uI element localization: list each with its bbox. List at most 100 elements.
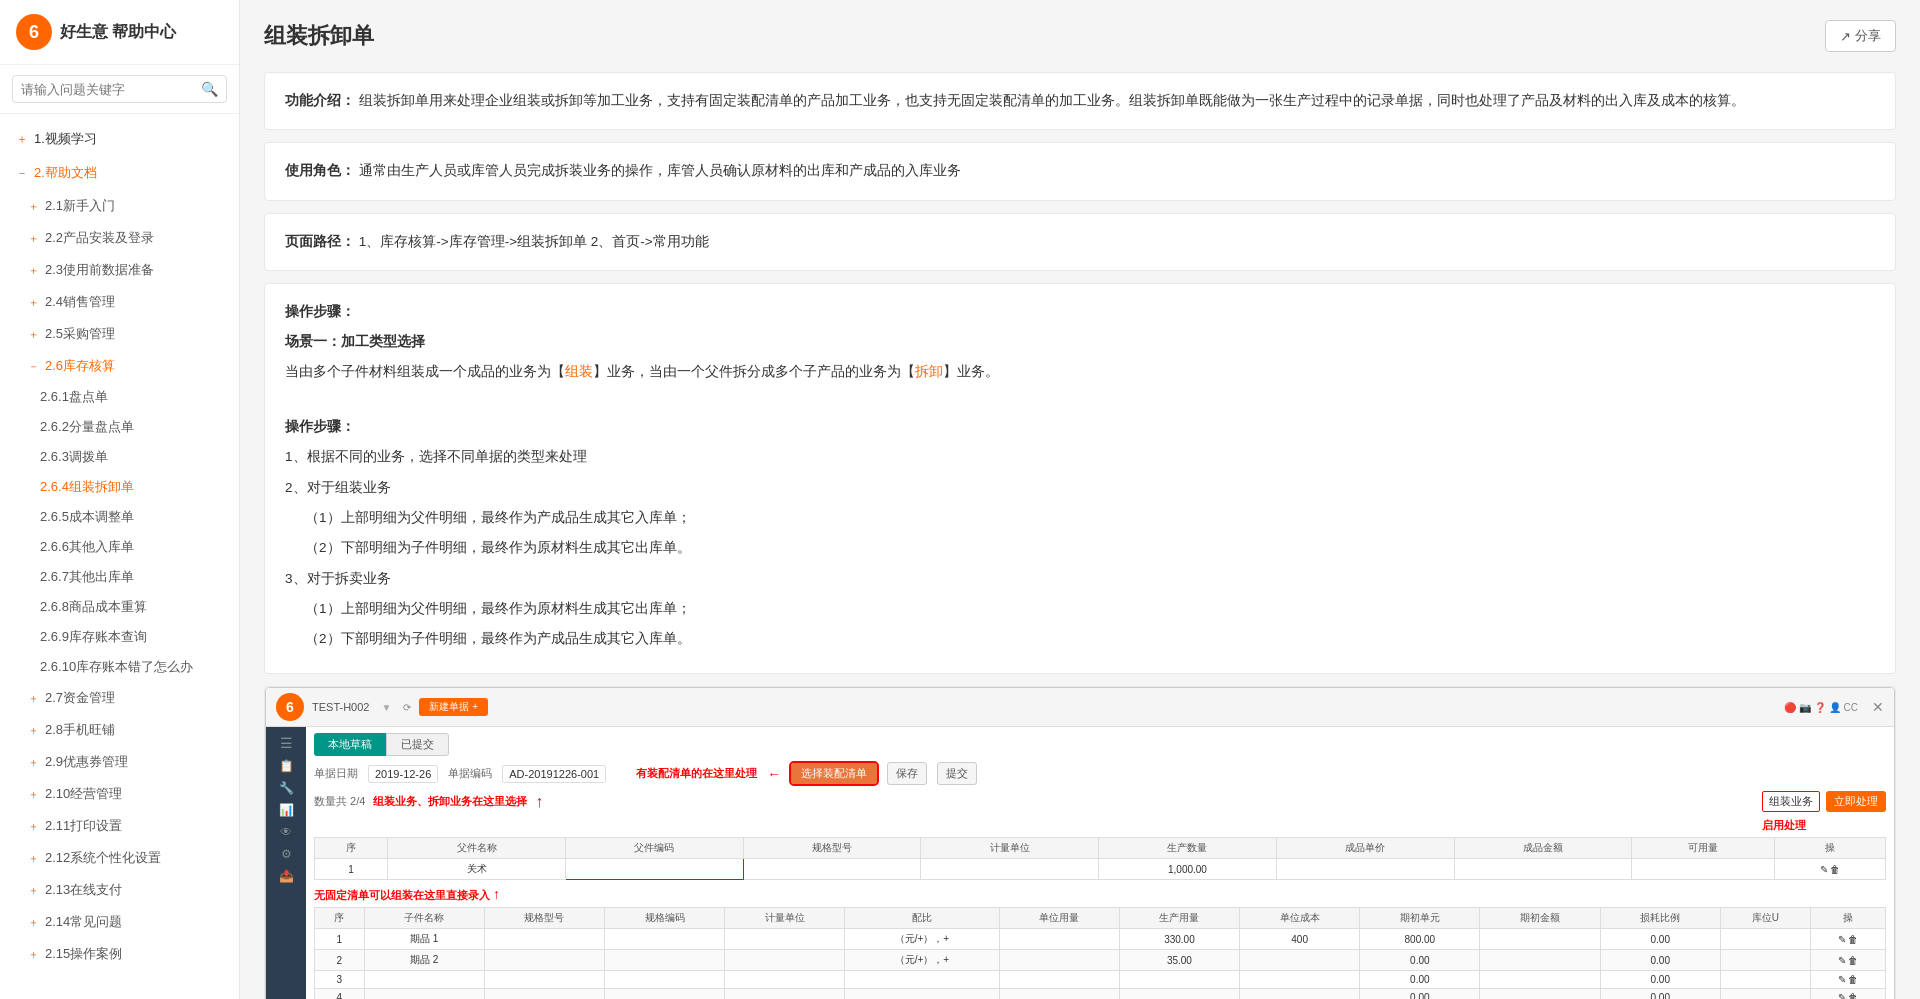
sidebar-item-help-doc[interactable]: － 2.帮助文档 — [0, 156, 239, 190]
sidebar-item-2-6-9[interactable]: 2.6.9库存账本查询 — [0, 622, 239, 652]
ss-col-parent-name: 父件名称 — [388, 838, 566, 859]
sidebar-item-2-6-2[interactable]: 2.6.2分量盘点单 — [0, 412, 239, 442]
sidebar-item-2-14[interactable]: ＋ 2.14常见问题 — [0, 906, 239, 938]
sidebar-item-2-8[interactable]: ＋ 2.8手机旺铺 — [0, 714, 239, 746]
step3-sub2: （2）下部明细为子件明细，最终作为产成品生成其它入库单。 — [305, 627, 1875, 651]
ss-type-row: 数量共 2/4 组装业务、拆卸业务在这里选择 ↑ 组装业务 立即处理 — [314, 791, 1886, 812]
ss-dropdown-icon: ▼ — [381, 702, 391, 713]
ss-topnav-right: 🔴 📷 ❓ 👤 CC ✕ — [1784, 699, 1884, 715]
sidebar-item-2-11[interactable]: ＋ 2.11打印设置 — [0, 810, 239, 842]
plus-icon-2-15: ＋ — [28, 947, 39, 962]
sidebar-item-2-6-1[interactable]: 2.6.1盘点单 — [0, 382, 239, 412]
ss-lcol-code: 规格编码 — [604, 908, 724, 929]
ss-col-unit-price: 成品单价 — [1276, 838, 1454, 859]
path-card: 页面路径： 1、库存核算->库存管理->组装拆卸单 2、首页->常用功能 — [264, 213, 1896, 271]
sidebar-item-2-9[interactable]: ＋ 2.9优惠券管理 — [0, 746, 239, 778]
share-button[interactable]: ↗ 分享 — [1825, 20, 1896, 52]
ss-close-icon[interactable]: ✕ — [1872, 699, 1884, 715]
role-text: 通常由生产人员或库管人员完成拆装业务的操作，库管人员确认原材料的出库和产成品的入… — [359, 163, 961, 178]
ss-tab-submitted[interactable]: 已提交 — [386, 733, 449, 756]
plus-icon-2-14: ＋ — [28, 915, 39, 930]
ss-sidebar-menu: ☰ 📋 🔧 📊 👁 ⚙ 📤 — [266, 727, 306, 999]
ss-lcol-unit-usage: 单位用量 — [999, 908, 1119, 929]
sidebar-item-video-label: 1.视频学习 — [34, 130, 97, 148]
page-title: 组装拆卸单 — [264, 21, 374, 51]
sidebar-item-2-3[interactable]: ＋ 2.3使用前数据准备 — [0, 254, 239, 286]
annotation-text-3: 启用处理 — [314, 818, 1886, 833]
ss-lcol-prod-usage: 生产用量 — [1119, 908, 1239, 929]
ss-submit-btn[interactable]: 提交 — [937, 762, 977, 785]
sidebar-item-2-6-6[interactable]: 2.6.6其他入库单 — [0, 532, 239, 562]
main-content: 组装拆卸单 ↗ 分享 功能介绍： 组装拆卸单用来处理企业组装或拆卸等加工业务，支… — [240, 0, 1920, 999]
ss-lcol-act: 操 — [1810, 908, 1885, 929]
sidebar-item-2-2[interactable]: ＋ 2.2产品安装及登录 — [0, 222, 239, 254]
ss-select-btn[interactable]: 选择装配清单 — [791, 763, 877, 784]
table-row: 1 期品 1 （元/+），+ 330.00 400 800.00 — [315, 929, 1886, 950]
ss-right-controls: 组装业务 立即处理 — [1762, 791, 1886, 812]
ss-code-label: 单据编码 — [448, 766, 492, 781]
ss-lcol-seq: 序 — [315, 908, 365, 929]
sidebar-item-2-15[interactable]: ＋ 2.15操作案例 — [0, 938, 239, 970]
ss-titlebar-id: TEST-H002 — [312, 701, 369, 713]
search-icon[interactable]: 🔍 — [201, 81, 218, 97]
ss-lcol-name: 子件名称 — [364, 908, 484, 929]
ss-col-actions-up: 操 — [1775, 838, 1886, 859]
sidebar-item-2-6-10[interactable]: 2.6.10库存账本错了怎么办 — [0, 652, 239, 682]
sidebar-item-2-6-8[interactable]: 2.6.8商品成本重算 — [0, 592, 239, 622]
sidebar-item-2-6-3[interactable]: 2.6.3调拨单 — [0, 442, 239, 472]
plus-icon-2-5: ＋ — [28, 327, 39, 342]
sidebar-item-2-6-5[interactable]: 2.6.5成本调整单 — [0, 502, 239, 532]
sidebar-item-help-doc-label: 2.帮助文档 — [34, 164, 97, 182]
step2-sub2: （2）下部明细为子件明细，最终作为原材料生成其它出库单。 — [305, 536, 1875, 560]
sidebar-item-2-4[interactable]: ＋ 2.4销售管理 — [0, 286, 239, 318]
annotation-text-2: 组装业务、拆卸业务在这里选择 — [373, 794, 527, 809]
search-input[interactable] — [21, 82, 201, 97]
plus-icon-2-13: ＋ — [28, 883, 39, 898]
sidebar-item-2-1[interactable]: ＋ 2.1新手入门 — [0, 190, 239, 222]
ss-icons: 🔴 📷 ❓ 👤 CC — [1784, 702, 1858, 713]
ss-date-label: 单据日期 — [314, 766, 358, 781]
sidebar-item-2-6-4[interactable]: 2.6.4组装拆卸单 — [0, 472, 239, 502]
plus-icon-2-11: ＋ — [28, 819, 39, 834]
ss-menu-icon-3: 🔧 — [279, 781, 294, 795]
plus-icon-2-1: ＋ — [28, 199, 39, 214]
sidebar-item-2-6-7[interactable]: 2.6.7其他出库单 — [0, 562, 239, 592]
ss-type-input[interactable]: 组装业务 — [1762, 791, 1820, 812]
ss-lcol-ratio: 配比 — [845, 908, 999, 929]
page-header: 组装拆卸单 ↗ 分享 — [264, 20, 1896, 52]
ss-refresh-icon: ⟳ — [403, 702, 411, 713]
ss-col-prod-qty: 生产数量 — [1099, 838, 1277, 859]
ss-upper-table: 序 父件名称 父件编码 规格型号 计量单位 生产数量 成品单价 成品金额 可用量… — [314, 837, 1886, 880]
ss-form-header-row: 单据日期 2019-12-26 单据编码 AD-20191226-001 有装配… — [314, 762, 1886, 785]
sidebar-item-2-6[interactable]: － 2.6库存核算 — [0, 350, 239, 382]
sidebar-item-2-12[interactable]: ＋ 2.12系统个性化设置 — [0, 842, 239, 874]
ss-menu-icon-2: 📋 — [279, 759, 294, 773]
sidebar-item-2-10[interactable]: ＋ 2.10经营管理 — [0, 778, 239, 810]
ss-page-content: 本地草稿 已提交 单据日期 2019-12-26 单据编码 AD-2019122… — [306, 727, 1894, 999]
ss-menu-icon-1: ☰ — [280, 735, 293, 751]
sidebar-item-video[interactable]: ＋ 1.视频学习 — [0, 122, 239, 156]
sidebar-item-2-13[interactable]: ＋ 2.13在线支付 — [0, 874, 239, 906]
ss-lcol-spec: 规格型号 — [484, 908, 604, 929]
ss-confirm-btn[interactable]: 立即处理 — [1826, 791, 1886, 812]
ss-lcol-init1: 期初单元 — [1360, 908, 1480, 929]
step2-sub1: （1）上部明细为父件明细，最终作为产成品生成其它入库单； — [305, 506, 1875, 530]
step3-sub1: （1）上部明细为父件明细，最终作为原材料生成其它出库单； — [305, 597, 1875, 621]
scene1-desc: 当由多个子件材料组装成一个成品的业务为【组装】业务，当由一个父件拆分成多个子产品… — [285, 360, 1875, 384]
ss-body: ☰ 📋 🔧 📊 👁 ⚙ 📤 本地草稿 已提交 — [266, 727, 1894, 999]
ss-lower-table: 序 子件名称 规格型号 规格编码 计量单位 配比 单位用量 生产用量 单位成本 … — [314, 907, 1886, 999]
ss-col-spec: 规格型号 — [743, 838, 921, 859]
sidebar-item-2-7[interactable]: ＋ 2.7资金管理 — [0, 682, 239, 714]
ss-lcol-unit: 计量单位 — [725, 908, 845, 929]
search-area: 🔍 — [0, 65, 239, 114]
logo-text: 好生意 帮助中心 — [60, 22, 176, 43]
sidebar: 6 好生意 帮助中心 🔍 ＋ 1.视频学习 － 2.帮助文档 ＋ 2.1新手入门… — [0, 0, 240, 999]
ss-col-seq: 序 — [315, 838, 388, 859]
ss-save-btn[interactable]: 保存 — [887, 762, 927, 785]
sidebar-item-2-5[interactable]: ＋ 2.5采购管理 — [0, 318, 239, 350]
ss-tab-new[interactable]: 本地草稿 — [314, 733, 386, 756]
ss-new-btn[interactable]: 新建单据 + — [419, 698, 488, 716]
path-label: 页面路径： — [285, 234, 355, 249]
plus-icon-2-12: ＋ — [28, 851, 39, 866]
role-card: 使用角色： 通常由生产人员或库管人员完成拆装业务的操作，库管人员确认原材料的出库… — [264, 142, 1896, 200]
